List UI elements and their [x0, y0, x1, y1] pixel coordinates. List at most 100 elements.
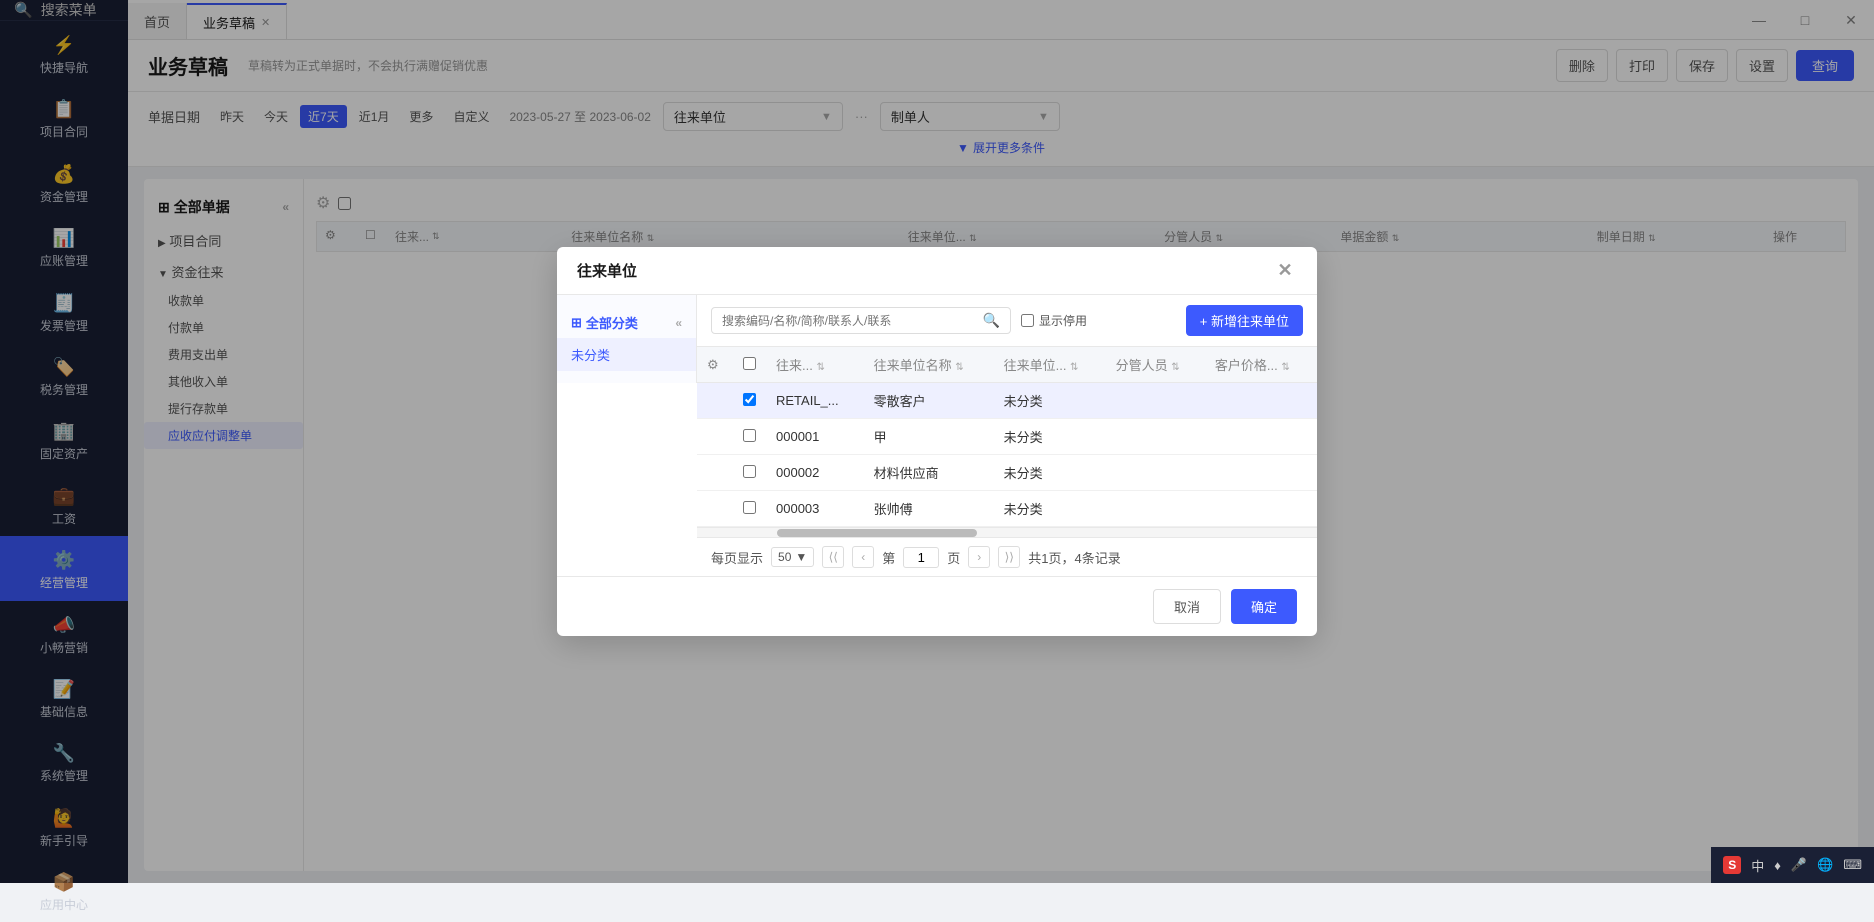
settings-icon[interactable]: ⚙: [707, 357, 719, 372]
cell-name: 零散客户: [864, 383, 994, 419]
system-tray: S 中 ♦ 🎤 🌐 ⌨: [1711, 847, 1874, 883]
grid-icon: ⊞: [571, 315, 582, 331]
cell-price: [1205, 455, 1317, 491]
col-price[interactable]: 客户价格... ⇅: [1205, 347, 1317, 383]
select-all-checkbox[interactable]: [743, 357, 756, 370]
col-settings: ⚙: [697, 347, 733, 383]
cancel-button[interactable]: 取消: [1153, 589, 1221, 624]
maximize-button[interactable]: □: [1782, 2, 1828, 38]
table-row[interactable]: RETAIL_... 零散客户 未分类: [697, 383, 1317, 419]
dialog-pagination: 每页显示 50 ▼ ⟨⟨ ‹ 第 页 › ⟩⟩ 共1页，4条记录: [697, 537, 1317, 576]
dialog-search-box[interactable]: 🔍: [711, 307, 1011, 334]
table-row[interactable]: 000003 张帅傅 未分类: [697, 491, 1317, 527]
left-panel-item-label: 未分类: [571, 348, 610, 363]
total-info: 共1页，4条记录: [1028, 548, 1120, 567]
cell-checkbox[interactable]: [733, 491, 766, 527]
cell-code: 000002: [766, 455, 864, 491]
dialog-body: ⊞ 全部分类 « 未分类 🔍: [557, 295, 1317, 576]
sort-icon: ⇅: [1171, 362, 1179, 373]
col-manager[interactable]: 分管人员 ⇅: [1106, 347, 1205, 383]
next-page-button[interactable]: ›: [968, 546, 990, 568]
sort-icon: ⇅: [1281, 362, 1289, 373]
confirm-button[interactable]: 确定: [1231, 589, 1297, 624]
show-disabled-label: 显示停用: [1039, 312, 1087, 329]
dialog-title: 往来单位: [577, 260, 637, 281]
cell-settings: [697, 491, 733, 527]
sidebar-item-label: 应用中心: [40, 898, 88, 912]
cell-name: 材料供应商: [864, 455, 994, 491]
col-code[interactable]: 往来... ⇅: [766, 347, 864, 383]
per-page-select[interactable]: 50 ▼: [771, 547, 814, 567]
dialog-left-nav: ⊞ 全部分类 « 未分类: [557, 295, 697, 383]
dialog-overlay: 往来单位 ✕ ⊞ 全部分类 « 未分类: [0, 0, 1874, 883]
cell-price: [1205, 383, 1317, 419]
sort-icon: ⇅: [1070, 362, 1078, 373]
per-page-label: 每页显示: [711, 548, 763, 567]
close-button[interactable]: ✕: [1828, 2, 1874, 38]
tray-keyboard-icon[interactable]: ⌨: [1843, 857, 1862, 873]
cell-manager: [1106, 491, 1205, 527]
col-name[interactable]: 往来单位名称 ⇅: [864, 347, 994, 383]
col-checkbox: [733, 347, 766, 383]
sort-icon: ⇅: [955, 362, 963, 373]
left-panel-header-label: 全部分类: [586, 313, 638, 332]
cell-name: 甲: [864, 419, 994, 455]
cell-category: 未分类: [994, 491, 1106, 527]
show-disabled-checkbox[interactable]: [1021, 314, 1034, 327]
cell-category: 未分类: [994, 455, 1106, 491]
scrollbar-thumb[interactable]: [777, 529, 977, 537]
cell-name: 张帅傅: [864, 491, 994, 527]
counterpart-dialog: 往来单位 ✕ ⊞ 全部分类 « 未分类: [557, 247, 1317, 636]
left-panel-all-category[interactable]: ⊞ 全部分类 «: [557, 307, 696, 338]
cell-code: RETAIL_...: [766, 383, 864, 419]
cell-settings: [697, 455, 733, 491]
table-row[interactable]: 000001 甲 未分类: [697, 419, 1317, 455]
minimize-button[interactable]: —: [1736, 2, 1782, 38]
table-scrollbar[interactable]: [697, 527, 1317, 537]
cell-checkbox[interactable]: [733, 419, 766, 455]
cell-category: 未分类: [994, 383, 1106, 419]
table-header-row: ⚙ 往来... ⇅ 往来单位名称 ⇅ 往来单位... ⇅ 分管人员 ⇅ 客户价格…: [697, 347, 1317, 383]
show-disabled-toggle[interactable]: 显示停用: [1021, 312, 1087, 329]
per-page-value: 50: [778, 550, 791, 564]
page-number-input[interactable]: [903, 547, 939, 568]
cell-code: 000001: [766, 419, 864, 455]
prev-page-button[interactable]: ‹: [852, 546, 874, 568]
tray-lang-icon[interactable]: 中: [1751, 856, 1764, 875]
cell-price: [1205, 419, 1317, 455]
dialog-toolbar: 🔍 显示停用 + 新增往来单位: [697, 295, 1317, 347]
chevron-down-icon: ▼: [795, 550, 807, 564]
tray-s-icon[interactable]: S: [1723, 856, 1741, 874]
dialog-close-button[interactable]: ✕: [1273, 259, 1297, 283]
tray-globe-icon[interactable]: 🌐: [1817, 857, 1833, 873]
page-label-prefix: 第: [882, 548, 895, 567]
dialog-table: ⚙ 往来... ⇅ 往来单位名称 ⇅ 往来单位... ⇅ 分管人员 ⇅ 客户价格…: [697, 347, 1317, 527]
collapse-left-icon[interactable]: «: [675, 316, 682, 330]
tray-mic-icon[interactable]: 🎤: [1791, 857, 1807, 873]
cell-manager: [1106, 455, 1205, 491]
cell-price: [1205, 491, 1317, 527]
left-panel-item-unclassified[interactable]: 未分类: [557, 338, 696, 371]
page-label-suffix: 页: [947, 548, 960, 567]
dialog-left-panel: ⊞ 全部分类 « 未分类: [557, 295, 697, 576]
tray-star-icon[interactable]: ♦: [1774, 858, 1781, 873]
add-counterpart-button[interactable]: + 新增往来单位: [1186, 305, 1303, 336]
cell-category: 未分类: [994, 419, 1106, 455]
cell-checkbox[interactable]: [733, 383, 766, 419]
first-page-button[interactable]: ⟨⟨: [822, 546, 844, 568]
cell-settings: [697, 419, 733, 455]
window-controls: — □ ✕: [1736, 0, 1874, 40]
cell-settings: [697, 383, 733, 419]
sort-icon: ⇅: [816, 362, 824, 373]
cell-manager: [1106, 383, 1205, 419]
cell-code: 000003: [766, 491, 864, 527]
dialog-header: 往来单位 ✕: [557, 247, 1317, 295]
dialog-search-input[interactable]: [722, 314, 977, 328]
dialog-footer: 取消 确定: [557, 576, 1317, 636]
last-page-button[interactable]: ⟩⟩: [998, 546, 1020, 568]
dialog-right-panel: 🔍 显示停用 + 新增往来单位 ⚙: [697, 295, 1317, 576]
col-category[interactable]: 往来单位... ⇅: [994, 347, 1106, 383]
cell-manager: [1106, 419, 1205, 455]
cell-checkbox[interactable]: [733, 455, 766, 491]
table-row[interactable]: 000002 材料供应商 未分类: [697, 455, 1317, 491]
